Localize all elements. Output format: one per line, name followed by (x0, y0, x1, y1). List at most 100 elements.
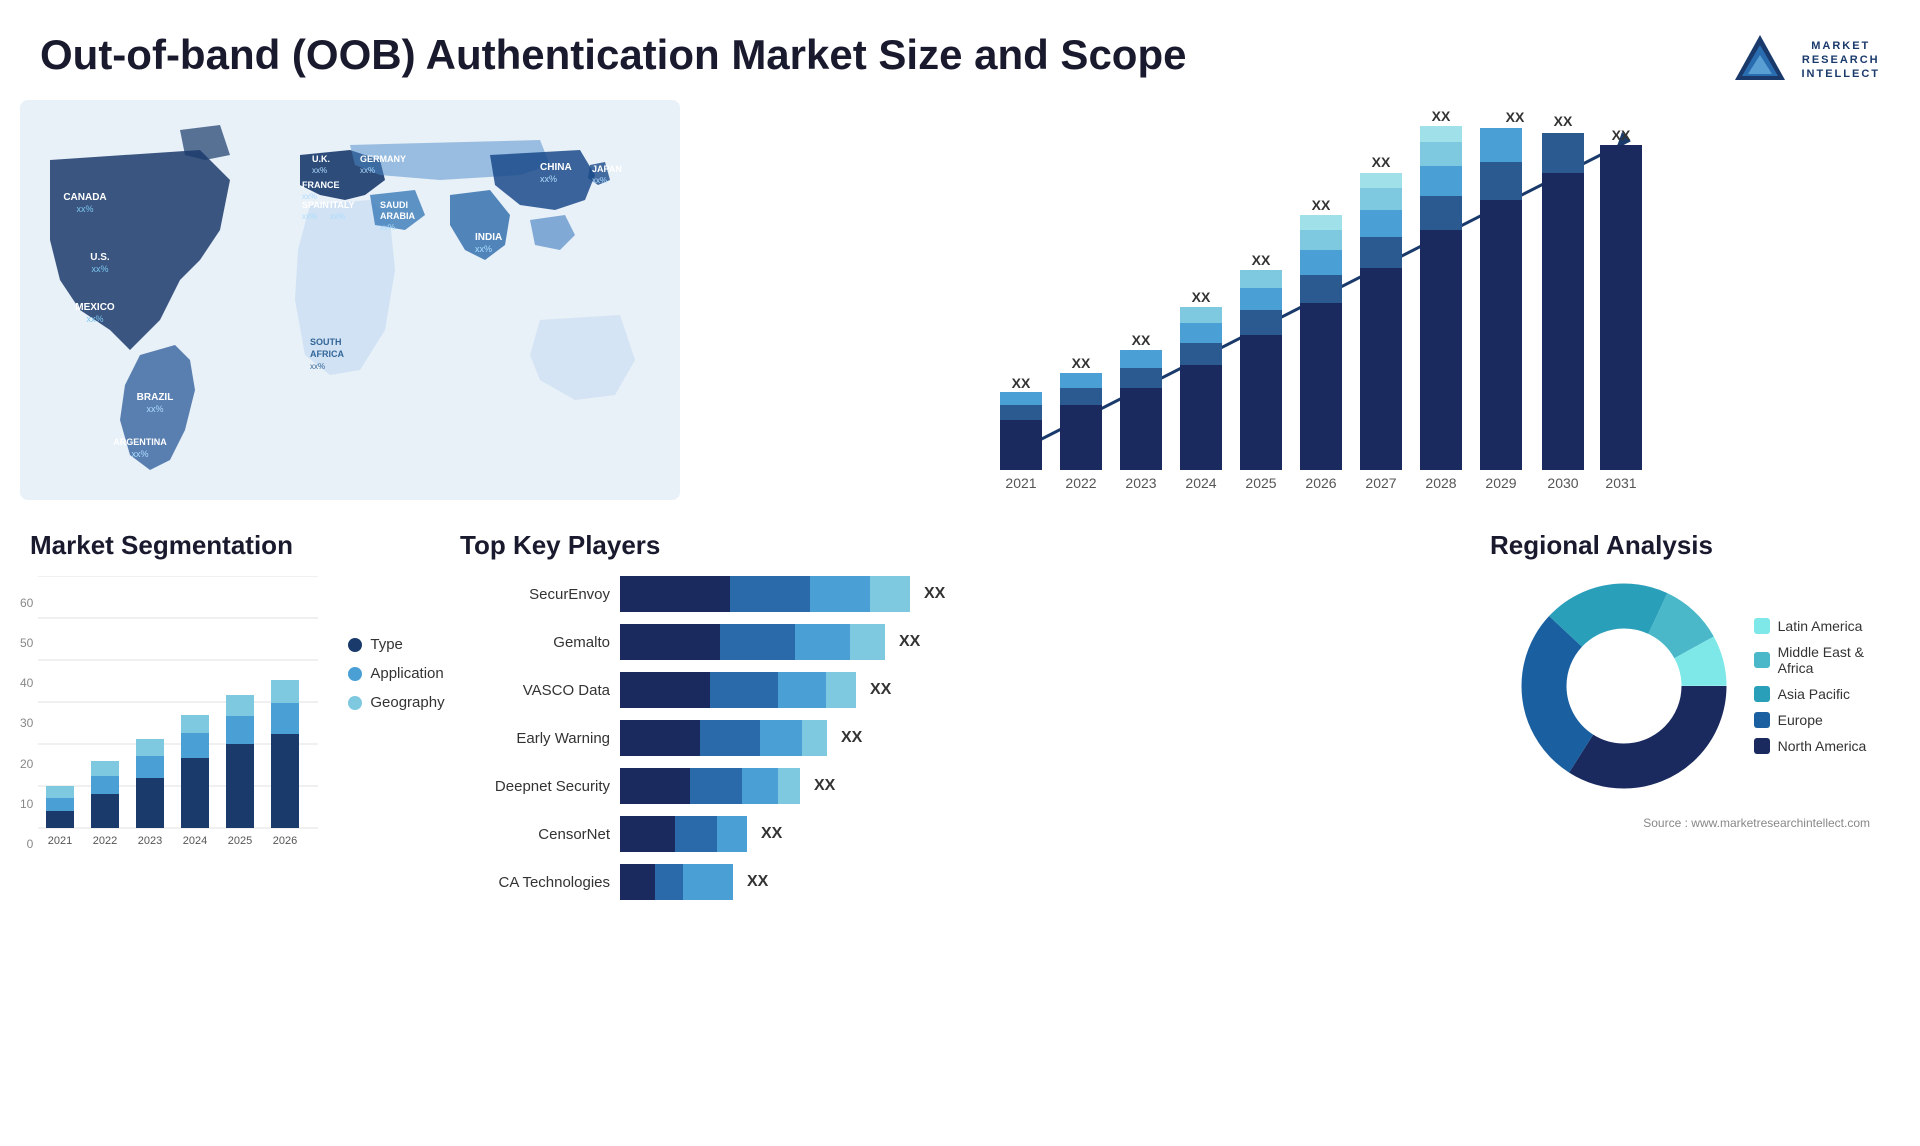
svg-text:2026: 2026 (273, 835, 297, 847)
svg-text:2021: 2021 (1005, 475, 1036, 491)
player-row-censornet: CensorNet XX (450, 816, 1450, 852)
player-row-vasco: VASCO Data XX (450, 672, 1450, 708)
growth-chart: XX 2021 XX 2022 XX 2023 XX 2024 (720, 110, 1880, 510)
svg-text:xx%: xx% (475, 244, 492, 254)
svg-text:xx%: xx% (302, 212, 317, 221)
donut-area: Latin America Middle East &Africa Asia P… (1480, 576, 1900, 796)
svg-text:2026: 2026 (1305, 475, 1336, 491)
growth-bar-chart-section: XX 2021 XX 2022 XX 2023 XX 2024 (700, 100, 1900, 520)
source-text: Source : www.marketresearchintellect.com (1480, 816, 1900, 835)
player-bar-censornet: XX (620, 816, 1450, 852)
legend-color-latin (1754, 618, 1770, 634)
svg-text:xx%: xx% (312, 166, 327, 175)
svg-text:XX: XX (1432, 110, 1451, 124)
player-bar-ca: XX (620, 864, 1450, 900)
legend-geography-dot (348, 696, 362, 710)
legend-asia-pacific: Asia Pacific (1754, 686, 1867, 702)
legend-type-label: Type (370, 636, 403, 653)
svg-text:2025: 2025 (1245, 475, 1276, 491)
legend-north-america: North America (1754, 738, 1867, 754)
svg-text:XX: XX (1312, 197, 1331, 213)
legend-label-na: North America (1778, 738, 1867, 754)
player-row-ca: CA Technologies XX (450, 864, 1450, 900)
svg-text:2022: 2022 (93, 835, 117, 847)
legend-application-label: Application (370, 665, 443, 682)
legend-color-europe (1754, 712, 1770, 728)
svg-text:XX: XX (1612, 127, 1631, 143)
svg-text:XX: XX (1012, 375, 1031, 391)
svg-text:2031: 2031 (1605, 475, 1636, 491)
legend-application: Application (348, 665, 444, 682)
player-val-earlywarning: XX (841, 729, 862, 747)
segmentation-legend: Type Application Geography (348, 636, 444, 711)
svg-text:U.K.: U.K. (312, 154, 330, 164)
svg-text:xx%: xx% (310, 362, 325, 371)
legend-type: Type (348, 636, 444, 653)
svg-text:XX: XX (1072, 355, 1091, 371)
svg-text:2029: 2029 (1485, 475, 1516, 491)
svg-text:2023: 2023 (138, 835, 162, 847)
svg-text:xx%: xx% (76, 204, 93, 214)
logo-icon (1730, 30, 1790, 90)
top-row: CANADA xx% U.S. xx% MEXICO xx% BRAZIL xx… (0, 100, 1920, 520)
seg-y-axis: 60 50 40 30 20 10 0 (20, 596, 38, 876)
player-row-gemalto: Gemalto XX (450, 624, 1450, 660)
svg-text:2021: 2021 (48, 835, 72, 847)
svg-text:xx%: xx% (360, 166, 375, 175)
legend-geography: Geography (348, 694, 444, 711)
svg-text:SOUTH: SOUTH (310, 337, 342, 347)
regional-section: Regional Analysis Lat (1480, 530, 1900, 1030)
legend-label-apac: Asia Pacific (1778, 686, 1850, 702)
player-bar-earlywarning: XX (620, 720, 1450, 756)
donut-chart (1514, 576, 1734, 796)
segmentation-section: Market Segmentation 60 50 40 30 20 10 0 (20, 530, 420, 1030)
svg-text:ARGENTINA: ARGENTINA (113, 437, 167, 447)
player-name-earlywarning: Early Warning (450, 730, 610, 747)
svg-text:U.S.: U.S. (90, 252, 110, 263)
player-val-vasco: XX (870, 681, 891, 699)
page-title: Out-of-band (OOB) Authentication Market … (40, 30, 1186, 80)
svg-text:XX: XX (1506, 110, 1525, 125)
svg-text:SPAIN: SPAIN (302, 200, 329, 210)
player-name-gemalto: Gemalto (450, 634, 610, 651)
player-val-securenvoy: XX (924, 585, 945, 603)
segmentation-chart: 2021 2022 2023 2024 (38, 576, 318, 876)
legend-application-dot (348, 667, 362, 681)
players-list: SecurEnvoy XX Gemalto (450, 576, 1450, 900)
svg-text:2022: 2022 (1065, 475, 1096, 491)
player-val-gemalto: XX (899, 633, 920, 651)
svg-text:2025: 2025 (228, 835, 252, 847)
svg-text:2024: 2024 (183, 835, 207, 847)
player-row-deepnet: Deepnet Security XX (450, 768, 1450, 804)
svg-text:2027: 2027 (1365, 475, 1396, 491)
svg-text:xx%: xx% (131, 449, 148, 459)
players-title: Top Key Players (450, 530, 1450, 561)
world-map: CANADA xx% U.S. xx% MEXICO xx% BRAZIL xx… (20, 100, 680, 500)
player-name-deepnet: Deepnet Security (450, 778, 610, 795)
legend-label-mea: Middle East &Africa (1778, 644, 1864, 676)
svg-text:xx%: xx% (86, 314, 103, 324)
svg-text:AFRICA: AFRICA (310, 349, 344, 359)
svg-text:XX: XX (1192, 289, 1211, 305)
svg-text:2028: 2028 (1425, 475, 1456, 491)
regional-title: Regional Analysis (1480, 530, 1900, 561)
logo-text: MARKET RESEARCH INTELLECT (1802, 39, 1881, 82)
svg-text:xx%: xx% (146, 404, 163, 414)
legend-color-na (1754, 738, 1770, 754)
player-name-securenvoy: SecurEnvoy (450, 586, 610, 603)
player-name-censornet: CensorNet (450, 826, 610, 843)
svg-text:CHINA: CHINA (540, 162, 572, 173)
svg-text:CANADA: CANADA (63, 192, 106, 203)
legend-europe: Europe (1754, 712, 1867, 728)
legend-color-apac (1754, 686, 1770, 702)
legend-type-dot (348, 638, 362, 652)
svg-text:JAPAN: JAPAN (592, 164, 622, 174)
svg-text:xx%: xx% (380, 223, 395, 232)
player-name-vasco: VASCO Data (450, 682, 610, 699)
svg-text:ITALY: ITALY (330, 200, 355, 210)
svg-text:2030: 2030 (1547, 475, 1578, 491)
svg-text:XX: XX (1554, 113, 1573, 129)
svg-text:XX: XX (1372, 154, 1391, 170)
svg-text:2023: 2023 (1125, 475, 1156, 491)
player-name-ca: CA Technologies (450, 874, 610, 891)
